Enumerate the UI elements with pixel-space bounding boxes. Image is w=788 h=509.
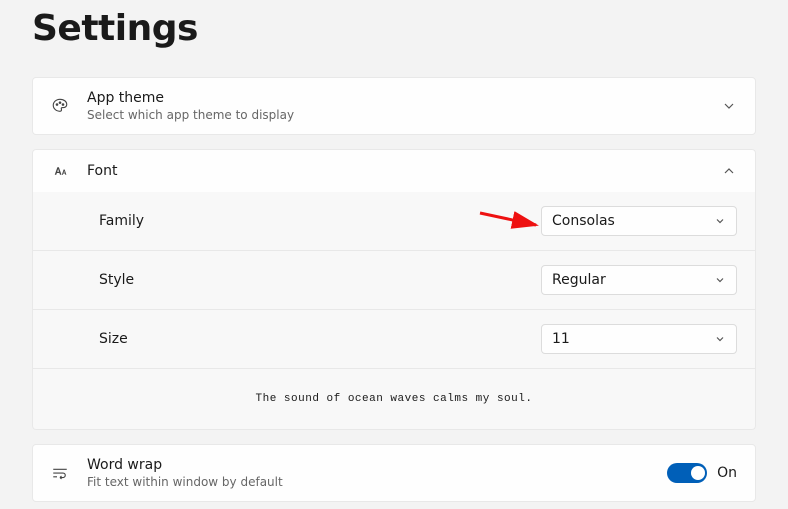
- page-title: Settings: [32, 8, 756, 49]
- word-wrap-subtitle: Fit text within window by default: [87, 475, 649, 489]
- font-section: Font Family Consolas Style Regular: [32, 149, 756, 430]
- chevron-down-icon: [714, 333, 726, 345]
- font-family-row: Family Consolas: [33, 192, 755, 251]
- app-theme-section: App theme Select which app theme to disp…: [32, 77, 756, 135]
- app-theme-title: App theme: [87, 90, 703, 106]
- font-family-dropdown[interactable]: Consolas: [541, 206, 737, 236]
- font-size-dropdown[interactable]: 11: [541, 324, 737, 354]
- font-style-label: Style: [51, 272, 541, 288]
- font-preview-text: The sound of ocean waves calms my soul.: [33, 369, 755, 429]
- palette-icon: [51, 97, 69, 115]
- font-size-value: 11: [552, 331, 570, 347]
- font-family-label: Family: [51, 213, 541, 229]
- word-wrap-row: Word wrap Fit text within window by defa…: [33, 445, 755, 501]
- font-size-row: Size 11: [33, 310, 755, 369]
- chevron-up-icon: [721, 163, 737, 179]
- word-wrap-toggle[interactable]: [667, 463, 707, 483]
- font-size-label: Size: [51, 331, 541, 347]
- font-style-value: Regular: [552, 272, 606, 288]
- app-theme-expander[interactable]: App theme Select which app theme to disp…: [33, 78, 755, 134]
- chevron-down-icon: [721, 98, 737, 114]
- chevron-down-icon: [714, 215, 726, 227]
- font-expander[interactable]: Font: [32, 149, 756, 192]
- chevron-down-icon: [714, 274, 726, 286]
- word-wrap-title: Word wrap: [87, 457, 649, 473]
- font-family-value: Consolas: [552, 213, 615, 229]
- font-style-dropdown[interactable]: Regular: [541, 265, 737, 295]
- font-icon: [51, 162, 69, 180]
- word-wrap-section: Word wrap Fit text within window by defa…: [32, 444, 756, 502]
- font-style-row: Style Regular: [33, 251, 755, 310]
- toggle-knob: [691, 466, 705, 480]
- word-wrap-state: On: [717, 465, 737, 481]
- app-theme-subtitle: Select which app theme to display: [87, 108, 703, 122]
- font-title: Font: [87, 163, 703, 179]
- word-wrap-icon: [51, 464, 69, 482]
